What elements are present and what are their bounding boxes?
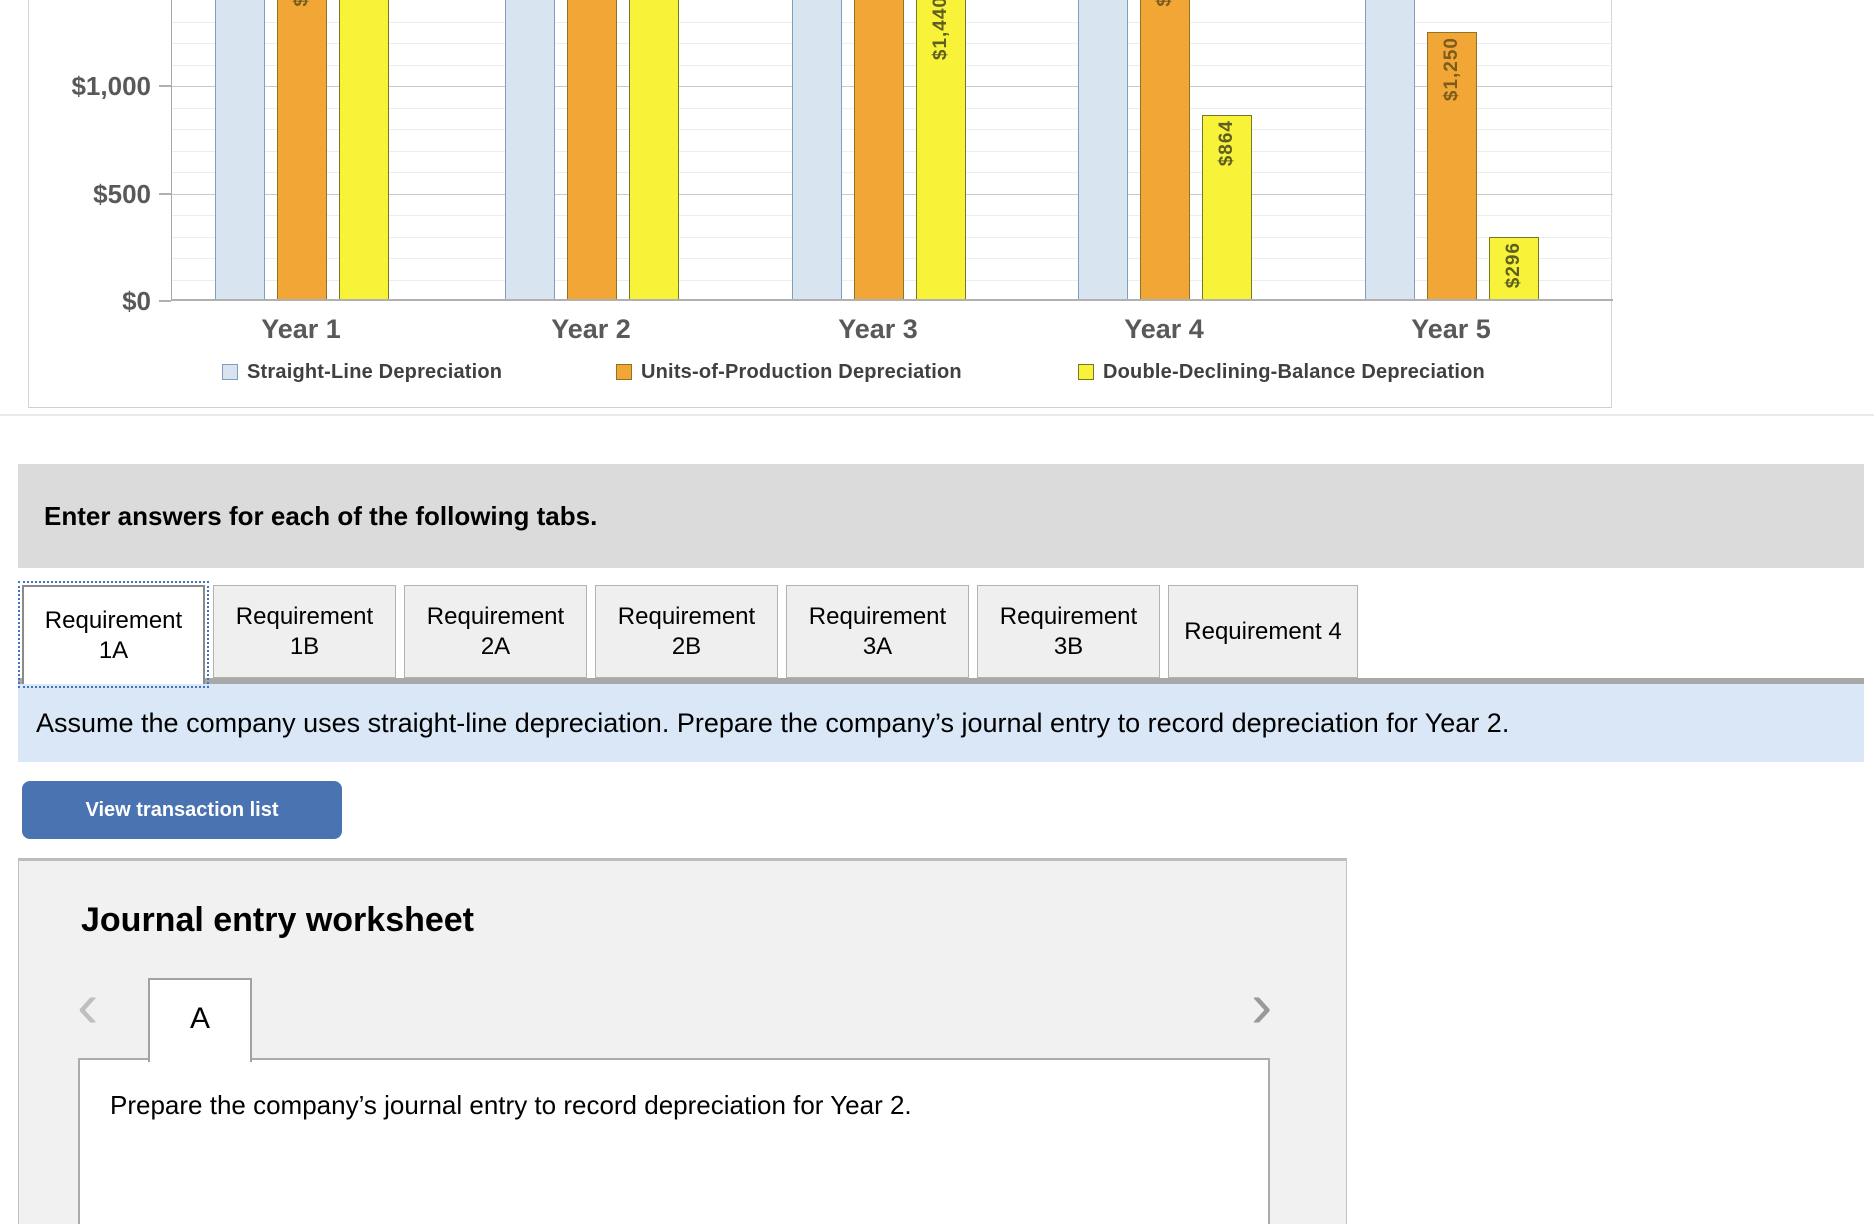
legend-item: Units-of-Production Depreciation <box>616 357 962 387</box>
legend-swatch-icon <box>222 364 238 380</box>
bar-year-1-series-1 <box>215 0 265 299</box>
bar-year-3-series-2 <box>854 0 904 299</box>
next-entry-chevron-icon[interactable]: › <box>1251 973 1272 1037</box>
x-axis-label-year-2: Year 2 <box>551 314 631 344</box>
y-axis-tick-mark <box>159 192 171 195</box>
tab-label-line2: 3A <box>862 632 893 660</box>
bar-value-label-wrap: $1,250 <box>1427 37 1477 101</box>
tab-label-line2: 1A <box>98 636 129 664</box>
bar-year-5-series-1 <box>1365 0 1415 299</box>
depreciation-chart-panel: $ $1,440 $ $864 $1,250 $296 $0 $500 $1,000 Year… <box>28 0 1613 408</box>
tab-requirement-1a[interactable]: Requirement 1A <box>18 581 209 688</box>
tab-label-line2: 3B <box>1053 632 1084 660</box>
requirement-tabs: Requirement 1A Requirement 1B Requirement 2A R… <box>18 581 1358 688</box>
tab-requirement-3b[interactable]: Requirement 3B <box>977 585 1160 678</box>
x-axis-label-year-3: Year 3 <box>838 314 918 344</box>
journal-worksheet-title: Journal entry worksheet <box>81 901 475 939</box>
tab-requirement-4[interactable]: Requirement 4 <box>1168 585 1358 678</box>
bar-year-1-series-3 <box>339 0 389 299</box>
legend-label: Straight-Line Depreciation <box>247 360 503 383</box>
tab-requirement-2a[interactable]: Requirement 2A <box>404 585 587 678</box>
journal-entry-prompt: Prepare the company’s journal entry to r… <box>110 1090 912 1120</box>
y-axis-tick-label: $1,000 <box>71 71 151 101</box>
x-axis-label-year-5: Year 5 <box>1411 314 1491 344</box>
y-axis-tick-label: $500 <box>93 178 151 209</box>
legend-label: Double-Declining-Balance Depreciation <box>1103 360 1485 383</box>
bar-year-4-series-2 <box>1140 0 1190 299</box>
tab-label-line1: Requirement <box>999 602 1138 630</box>
legend-item: Straight-Line Depreciation <box>222 357 502 387</box>
view-transaction-list-button[interactable]: View transaction list <box>22 781 342 839</box>
journal-tab-a[interactable]: A <box>148 978 252 1062</box>
x-axis-label-year-4: Year 4 <box>1124 314 1204 344</box>
bar-value-label-wrap: $ <box>277 0 327 7</box>
bar-year-4-series-1 <box>1078 0 1128 299</box>
legend-label: Units-of-Production Depreciation <box>641 360 962 383</box>
requirement-instruction-text: Assume the company uses straight-line de… <box>36 707 1510 738</box>
tab-label-line2: 2A <box>480 632 511 660</box>
bar-value-label-wrap: $ <box>1140 0 1190 7</box>
answers-banner: Enter answers for each of the following … <box>18 464 1864 568</box>
y-axis-tick-mark <box>159 300 171 302</box>
x-axis-label-year-1: Year 1 <box>261 314 341 344</box>
y-axis-tick-label: $0 <box>122 286 151 316</box>
answers-banner-text: Enter answers for each of the following … <box>44 500 598 531</box>
prev-entry-chevron-icon[interactable]: ‹ <box>77 973 98 1037</box>
tab-label-line1: Requirement <box>808 602 947 630</box>
bar-year-3-series-1 <box>792 0 842 299</box>
chart-plot-area: $ $1,440 $ $864 $1,250 $296 <box>171 0 1613 301</box>
page: $ $1,440 $ $864 $1,250 $296 $0 $500 $1,000 Year… <box>0 0 1874 1224</box>
requirement-instruction: Assume the company uses straight-line de… <box>18 684 1864 762</box>
tab-label-line2: 2B <box>671 632 702 660</box>
page-divider <box>0 414 1874 416</box>
bar-value-label: $ <box>291 0 312 7</box>
tab-requirement-3a[interactable]: Requirement 3A <box>786 585 969 678</box>
bar-year-2-series-3 <box>629 0 679 299</box>
bar-value-label: $864 <box>1216 120 1237 167</box>
tab-label-line1: Requirement <box>617 602 756 630</box>
bar-year-2-series-1 <box>505 0 555 299</box>
y-axis-tick-mark <box>159 85 171 87</box>
bar-value-label-wrap: $864 <box>1202 120 1252 166</box>
tab-label-line1: Requirement <box>235 602 374 630</box>
legend-item: Double-Declining-Balance Depreciation <box>1078 357 1485 387</box>
bar-year-1-series-2 <box>277 0 327 299</box>
tab-label-line2: 1B <box>289 632 320 660</box>
tab-label-line1: Requirement <box>426 602 565 630</box>
legend-swatch-icon <box>1078 364 1094 380</box>
bar-value-label-wrap: $296 <box>1489 242 1539 288</box>
tab-requirement-1b[interactable]: Requirement 1B <box>213 585 396 678</box>
journal-entry-worksheet-panel: Journal entry worksheet ‹ › A Prepare th… <box>18 858 1347 1224</box>
legend-swatch-icon <box>616 364 632 380</box>
bar-value-label: $ <box>1154 0 1175 7</box>
journal-entry-sheet: Prepare the company’s journal entry to r… <box>78 1058 1270 1224</box>
bar-year-2-series-2 <box>567 0 617 299</box>
bar-value-label: $1,250 <box>1441 37 1462 102</box>
tab-label-line1: Requirement <box>44 606 183 634</box>
bar-value-label-wrap: $1,440 <box>916 0 966 61</box>
bar-value-label: $296 <box>1503 242 1524 289</box>
bar-value-label: $1,440 <box>930 0 951 61</box>
tab-label-line1: Requirement 4 <box>1184 617 1342 645</box>
tab-requirement-2b[interactable]: Requirement 2B <box>595 585 778 678</box>
